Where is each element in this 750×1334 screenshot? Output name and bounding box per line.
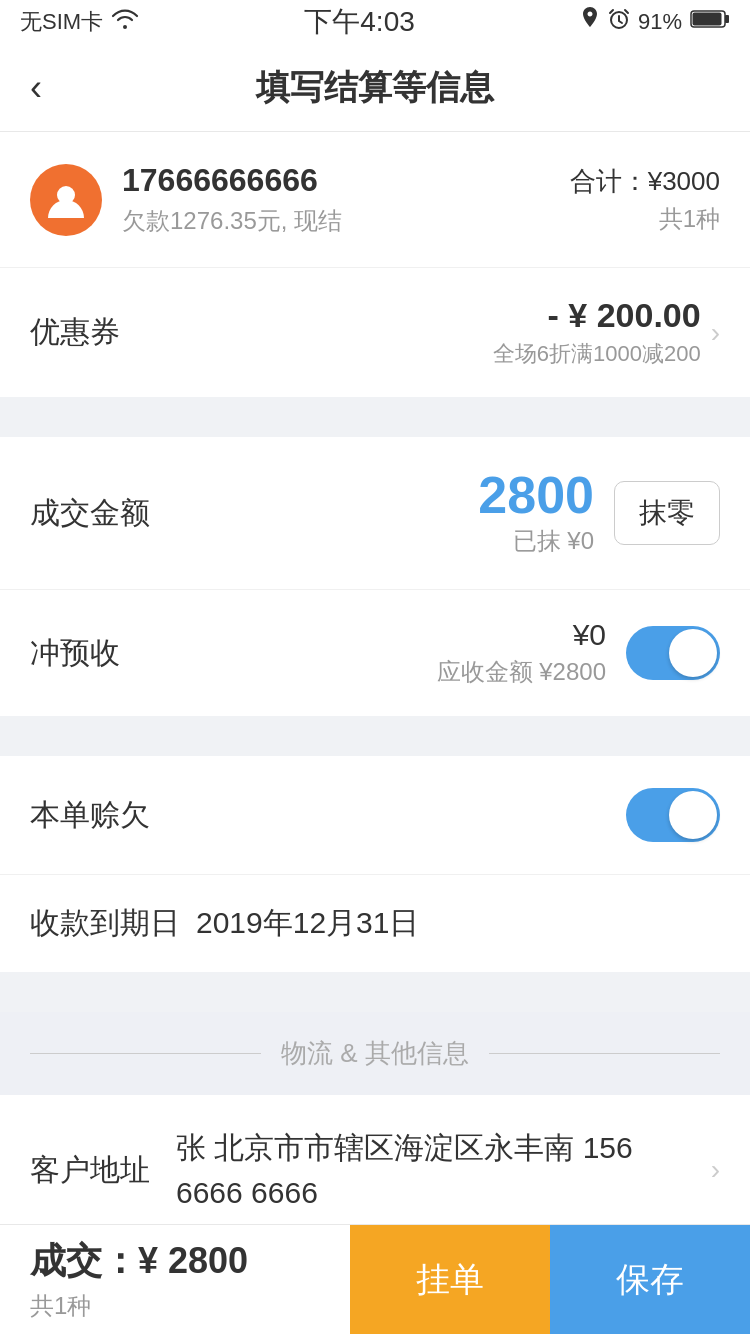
divider-line-right (489, 1053, 720, 1054)
deal-section: 成交金额 2800 已抹 ¥0 抹零 冲预收 ¥0 应收金额 ¥2800 (0, 437, 750, 716)
deal-amount-wrap: 2800 已抹 ¥0 (478, 469, 594, 557)
customer-phone: 17666666666 (122, 162, 342, 199)
logistics-divider: 物流 & 其他信息 (0, 1012, 750, 1095)
location-icon (580, 7, 600, 37)
prepay-receivable: 应收金额 ¥2800 (437, 656, 606, 688)
address-value: 张 北京市市辖区海淀区永丰南 156 6666 6666 (160, 1125, 711, 1215)
customer-info: 17666666666 欠款1276.35元, 现结 (122, 162, 342, 237)
coupon-label: 优惠券 (30, 312, 120, 353)
customer-right: 合计：¥3000 共1种 (570, 164, 720, 235)
save-button[interactable]: 保存 (550, 1225, 750, 1335)
debt-toggle[interactable] (626, 788, 720, 842)
due-date-row: 收款到期日 2019年12月31日 (0, 874, 750, 972)
prepay-amount-wrap: ¥0 应收金额 ¥2800 (437, 618, 606, 688)
header: ‹ 填写结算等信息 (0, 44, 750, 132)
prepay-right: ¥0 应收金额 ¥2800 (437, 618, 720, 688)
bottom-summary: 成交：¥ 2800 共1种 (0, 1237, 350, 1322)
toggle-knob (669, 629, 717, 677)
coupon-desc: 全场6折满1000减200 (493, 339, 701, 369)
battery-icon (690, 9, 730, 35)
divider-line-left (30, 1053, 261, 1054)
logistics-label: 物流 & 其他信息 (281, 1036, 469, 1071)
battery-label: 91% (638, 9, 682, 35)
prepay-label: 冲预收 (30, 633, 120, 674)
coupon-right: - ¥ 200.00 全场6折满1000减200 › (493, 296, 720, 369)
customer-section: 17666666666 欠款1276.35元, 现结 合计：¥3000 共1种 … (0, 132, 750, 397)
prepay-toggle[interactable] (626, 626, 720, 680)
address-label: 客户地址 (30, 1150, 160, 1191)
svg-rect-2 (692, 13, 721, 26)
pending-button[interactable]: 挂单 (350, 1225, 550, 1335)
prepay-amount: ¥0 (437, 618, 606, 652)
address-chevron-icon: › (711, 1154, 720, 1186)
customer-row: 17666666666 欠款1276.35元, 现结 合计：¥3000 共1种 (0, 132, 750, 267)
debt-label: 本单赊欠 (30, 795, 150, 836)
address-row[interactable]: 客户地址 张 北京市市辖区海淀区永丰南 156 6666 6666 › (0, 1095, 750, 1245)
status-left: 无SIM卡 (20, 7, 139, 37)
total-count: 共1种 (570, 203, 720, 235)
deal-right: 2800 已抹 ¥0 抹零 (478, 469, 720, 557)
deal-label: 成交金额 (30, 493, 150, 534)
bottom-deal-amount: ¥ 2800 (138, 1240, 248, 1281)
status-right: 91% (580, 7, 730, 37)
customer-debt: 欠款1276.35元, 现结 (122, 205, 342, 237)
chevron-right-icon: › (711, 317, 720, 349)
section-gap-1 (0, 417, 750, 437)
coupon-row[interactable]: 优惠券 - ¥ 200.00 全场6折满1000减200 › (0, 267, 750, 397)
round-button[interactable]: 抹零 (614, 481, 720, 545)
due-date-value: 2019年12月31日 (196, 903, 419, 944)
deal-row: 成交金额 2800 已抹 ¥0 抹零 (0, 437, 750, 589)
section-gap-3 (0, 992, 750, 1012)
customer-left: 17666666666 欠款1276.35元, 现结 (30, 162, 342, 237)
deal-erased: 已抹 ¥0 (478, 525, 594, 557)
debt-toggle-knob (669, 791, 717, 839)
wifi-icon (111, 9, 139, 35)
avatar (30, 164, 102, 236)
coupon-info: - ¥ 200.00 全场6折满1000减200 (493, 296, 701, 369)
due-label: 收款到期日 (30, 903, 180, 944)
content-area: 17666666666 欠款1276.35元, 现结 合计：¥3000 共1种 … (0, 132, 750, 1334)
address-section: 客户地址 张 北京市市辖区海淀区永丰南 156 6666 6666 › (0, 1095, 750, 1245)
svg-rect-3 (725, 15, 729, 23)
status-bar: 无SIM卡 下午4:03 91% (0, 0, 750, 44)
section-gap-2 (0, 736, 750, 756)
debt-row: 本单赊欠 (0, 756, 750, 874)
bottom-bar: 成交：¥ 2800 共1种 挂单 保存 (0, 1224, 750, 1334)
coupon-discount: - ¥ 200.00 (493, 296, 701, 335)
alarm-icon (608, 8, 630, 36)
total-label: 合计：¥3000 (570, 164, 720, 199)
prepay-row: 冲预收 ¥0 应收金额 ¥2800 (0, 589, 750, 716)
page-title: 填写结算等信息 (256, 65, 494, 111)
bottom-count: 共1种 (30, 1290, 320, 1322)
back-button[interactable]: ‹ (30, 67, 42, 109)
debt-section: 本单赊欠 收款到期日 2019年12月31日 (0, 756, 750, 972)
bottom-deal: 成交：¥ 2800 (30, 1237, 320, 1286)
status-time: 下午4:03 (304, 3, 415, 41)
total-amount: ¥3000 (648, 166, 720, 196)
carrier-label: 无SIM卡 (20, 7, 103, 37)
deal-amount: 2800 (478, 469, 594, 521)
